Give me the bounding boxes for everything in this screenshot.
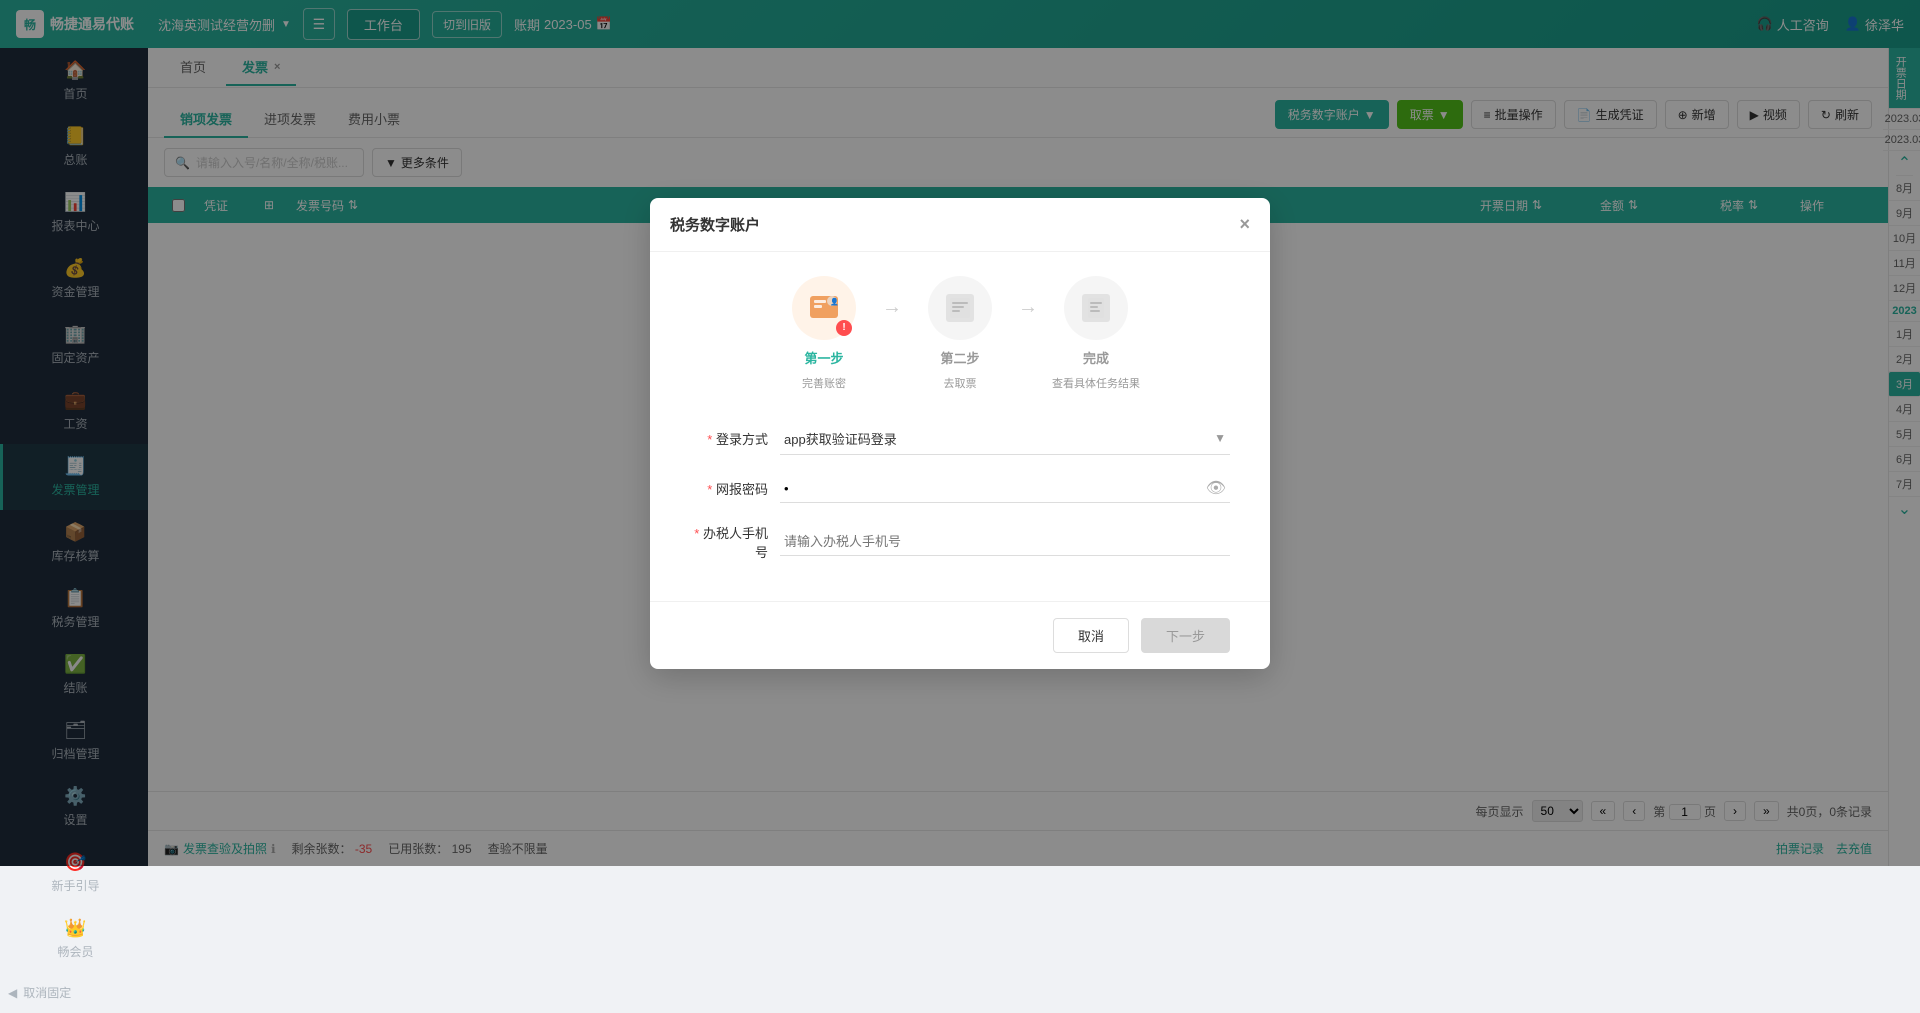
step-1-icon-wrap: 👤 ! — [792, 276, 856, 340]
tax-account-modal: 税务数字账户 × 👤 ! — [650, 198, 1270, 669]
step-2-label: 第二步 — [940, 348, 979, 367]
password-row: * 网报密码 👁 — [690, 475, 1230, 503]
cancel-button[interactable]: 取消 — [1053, 618, 1129, 653]
phone-label: * 办税人手机号 — [690, 523, 780, 561]
step-arrow-1: → — [874, 296, 910, 319]
sidebar-item-member[interactable]: 👑 畅会员 — [0, 906, 148, 972]
step-2-desc: 去取票 — [944, 375, 977, 391]
modal-title: 税务数字账户 — [670, 214, 760, 235]
next-button[interactable]: 下一步 — [1141, 618, 1230, 653]
pin-icon: ◀ — [8, 986, 17, 1000]
modal-body: 👤 ! 第一步 完善账密 → — [650, 252, 1270, 601]
sidebar-item-label: 新手引导 — [51, 877, 99, 894]
step-indicator: 👤 ! 第一步 完善账密 → — [690, 276, 1230, 391]
step-1-svg: 👤 — [806, 290, 842, 326]
member-icon: 👑 — [64, 918, 86, 939]
password-label: * 网报密码 — [690, 479, 780, 498]
step-1-desc: 完善账密 — [802, 375, 846, 391]
step-3-label: 完成 — [1083, 348, 1109, 367]
modal-overlay: 税务数字账户 × 👤 ! — [0, 0, 1920, 866]
show-password-icon[interactable]: 👁 — [1206, 478, 1226, 498]
login-method-dropdown-icon: ▼ — [1214, 431, 1226, 445]
step-2: 第二步 去取票 — [910, 276, 1010, 391]
step-1-label: 第一步 — [804, 348, 843, 367]
modal-form: * 登录方式 app获取验证码登录 ▼ * 网报密码 — [690, 423, 1230, 561]
password-input[interactable] — [780, 475, 1230, 502]
step-3-svg — [1078, 290, 1114, 326]
step-3-icon-wrap — [1064, 276, 1128, 340]
login-method-label: * 登录方式 — [690, 429, 780, 448]
modal-close-button[interactable]: × — [1239, 215, 1250, 233]
modal-header: 税务数字账户 × — [650, 198, 1270, 252]
step-3-desc: 查看具体任务结果 — [1052, 375, 1140, 391]
login-method-select[interactable]: app获取验证码登录 ▼ — [780, 423, 1230, 455]
sidebar-bottom-pin[interactable]: ◀ 取消固定 — [0, 972, 148, 1013]
phone-row: * 办税人手机号 — [690, 523, 1230, 561]
sidebar-item-label: 畅会员 — [57, 943, 93, 960]
phone-input[interactable] — [780, 528, 1230, 556]
step-arrow-2: → — [1010, 296, 1046, 319]
modal-footer: 取消 下一步 — [650, 601, 1270, 669]
step-1: 👤 ! 第一步 完善账密 — [774, 276, 874, 391]
step-1-badge: ! — [836, 320, 852, 336]
svg-text:👤: 👤 — [830, 297, 839, 306]
step-2-svg — [942, 290, 978, 326]
login-method-row: * 登录方式 app获取验证码登录 ▼ — [690, 423, 1230, 455]
step-2-icon-wrap — [928, 276, 992, 340]
step-3: 完成 查看具体任务结果 — [1046, 276, 1146, 391]
